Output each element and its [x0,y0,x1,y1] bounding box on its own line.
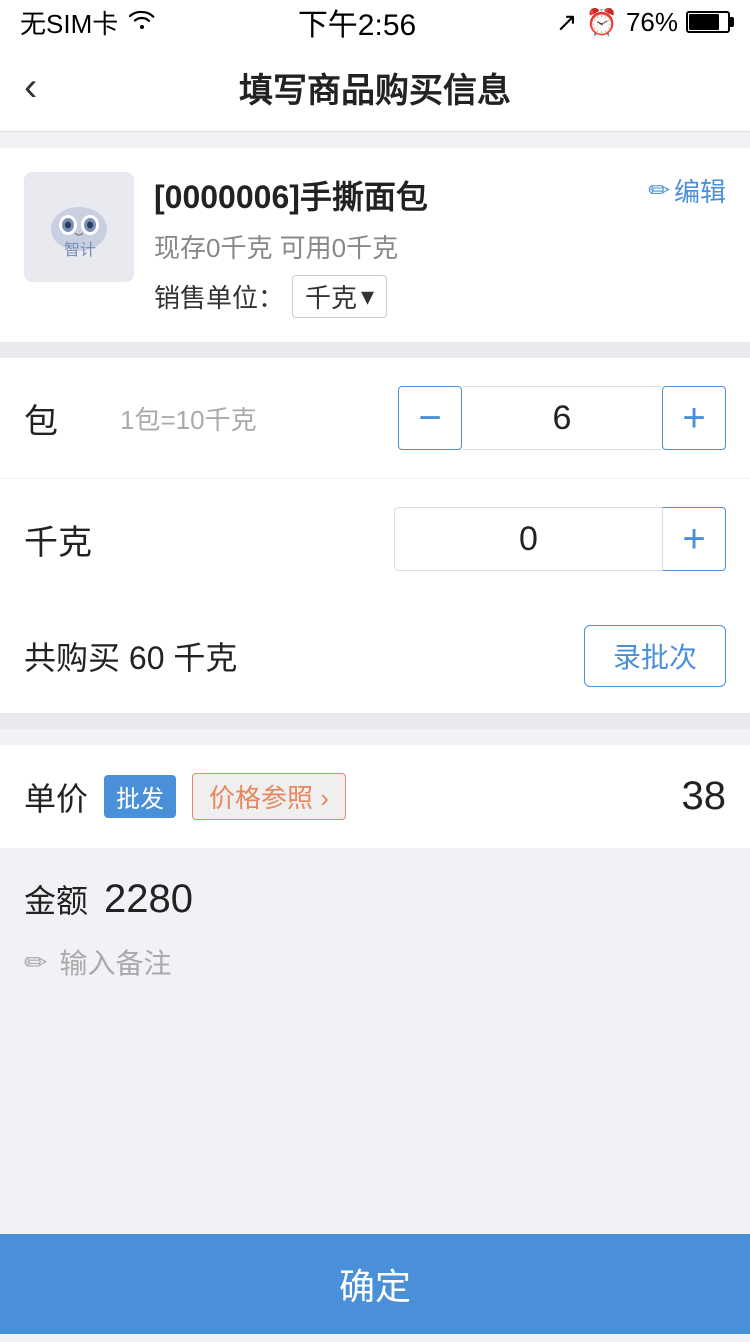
price-label: 单价 [24,774,88,820]
unit-dropdown-icon: ▾ [361,281,374,312]
edit-button[interactable]: ✏ 编辑 [648,172,726,209]
product-card: 智计 [0000006]手撕面包 现存0千克 可用0千克 销售单位： 千克 ▾ … [0,148,750,342]
amount-label: 金额 [24,876,88,922]
summary-text: 共购买 60 千克 [24,633,237,679]
bao-qty-input[interactable] [462,386,662,450]
note-row[interactable]: ✏ 输入备注 [24,942,726,1002]
back-button[interactable]: ‹ [24,65,37,110]
kg-plus-button[interactable]: + [662,507,726,571]
bao-minus-button[interactable]: − [398,386,462,450]
edit-label: 编辑 [674,172,726,209]
section-divider-1 [0,342,750,358]
amount-value: 2280 [104,877,193,922]
svg-text:智计: 智计 [64,241,96,257]
bao-plus-button[interactable]: + [662,386,726,450]
product-unit: 销售单位： 千克 ▾ [154,275,726,318]
price-ref-button[interactable]: 价格参照 › [192,773,346,820]
kg-qty-input[interactable] [394,507,662,571]
price-badge: 批发 [104,775,176,818]
alarm-icon: ⏰ [586,7,618,38]
product-stock: 现存0千克 可用0千克 [154,228,726,265]
nav-bar: ‹ 填写商品购买信息 [0,44,750,132]
bao-input-row: 包 1包=10千克 − + [0,358,750,479]
kg-input-row: 千克 + [0,479,750,599]
bao-label: 包 [24,394,104,443]
unit-label: 销售单位： [154,278,284,315]
bao-hint: 1包=10千克 [120,400,382,437]
summary-row: 共购买 60 千克 录批次 [0,599,750,713]
product-info: [0000006]手撕面包 现存0千克 可用0千克 销售单位： 千克 ▾ [154,172,726,318]
battery-text: 76% [626,7,678,38]
location-icon: ↗ [556,7,578,38]
unit-value: 千克 [305,278,357,315]
section-divider-2 [0,713,750,729]
status-left: 无SIM卡 [20,4,158,41]
batch-button[interactable]: 录批次 [584,625,726,687]
battery-icon [686,11,730,33]
edit-icon: ✏ [648,175,670,206]
carrier-text: 无SIM卡 [20,4,118,41]
bao-qty-control: − + [398,386,726,450]
pencil-icon: ✏ [24,946,47,979]
page-title: 填写商品购买信息 [239,63,511,112]
kg-label: 千克 [24,515,104,564]
product-thumbnail: 智计 [24,172,134,282]
status-bar: 无SIM卡 下午2:56 ↗ ⏰ 76% [0,0,750,44]
input-section: 包 1包=10千克 − + 千克 + [0,358,750,599]
price-section: 单价 批发 价格参照 › 38 [0,745,750,848]
kg-qty-control: + [394,507,726,571]
wifi-icon [126,7,158,38]
status-time: 下午2:56 [298,0,416,44]
unit-select[interactable]: 千克 ▾ [292,275,387,318]
amount-section: 金额 2280 ✏ 输入备注 [0,848,750,1002]
status-right: ↗ ⏰ 76% [556,7,730,38]
price-value: 38 [682,774,727,819]
note-placeholder: 输入备注 [59,942,171,982]
product-name: [0000006]手撕面包 [154,172,726,218]
amount-row: 金额 2280 [24,876,726,922]
confirm-button[interactable]: 确定 [0,1234,750,1334]
